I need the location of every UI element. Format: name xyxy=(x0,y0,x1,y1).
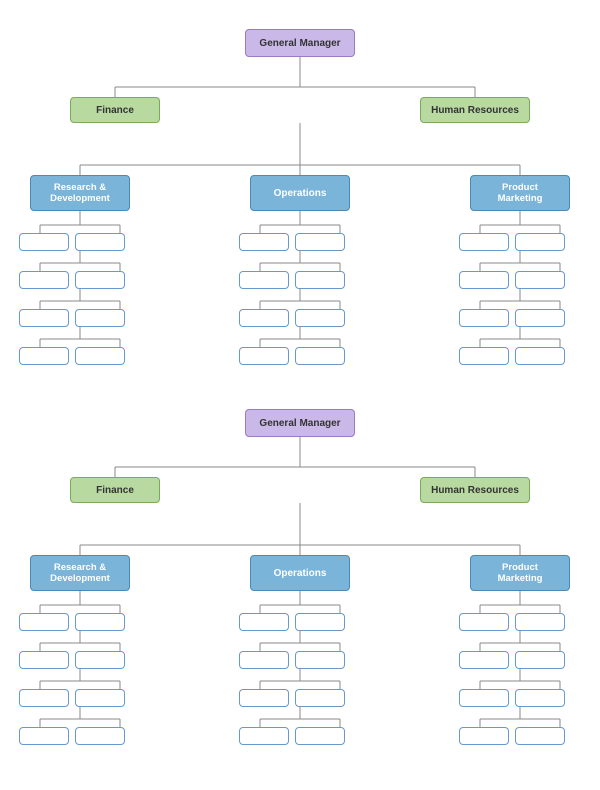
rd-sub-r1c1 xyxy=(19,233,69,251)
pm-sub-r3c2 xyxy=(515,309,565,327)
pm-sub-r1c1 xyxy=(459,233,509,251)
rd-dept-1: Research & Development xyxy=(30,175,130,211)
pm-sub-r3c1 xyxy=(459,309,509,327)
ops-sub-r4c1 xyxy=(239,347,289,365)
hr-box-2: Human Resources xyxy=(420,477,530,503)
pm2-sub-r2c2 xyxy=(515,651,565,669)
org-chart-1: General Manager Finance Human Resources … xyxy=(10,15,590,375)
finance-box-2: Finance xyxy=(70,477,160,503)
pm-sub-r4c2 xyxy=(515,347,565,365)
org-chart-2: General Manager Finance Human Resources … xyxy=(10,395,590,755)
rd2-sub-r3c2 xyxy=(75,689,125,707)
rd2-sub-r1c2 xyxy=(75,613,125,631)
rd-dept-2: Research & Development xyxy=(30,555,130,591)
rd2-sub-r4c1 xyxy=(19,727,69,745)
pm2-sub-r1c2 xyxy=(515,613,565,631)
ops2-sub-r3c2 xyxy=(295,689,345,707)
ops-dept-1: Operations xyxy=(250,175,350,211)
rd2-sub-r3c1 xyxy=(19,689,69,707)
pm2-sub-r4c2 xyxy=(515,727,565,745)
pm2-sub-r4c1 xyxy=(459,727,509,745)
rd-sub-r4c2 xyxy=(75,347,125,365)
rd-sub-r3c1 xyxy=(19,309,69,327)
ops2-sub-r3c1 xyxy=(239,689,289,707)
ops-sub-r4c2 xyxy=(295,347,345,365)
ops2-sub-r2c1 xyxy=(239,651,289,669)
ops2-sub-r4c1 xyxy=(239,727,289,745)
rd2-sub-r4c2 xyxy=(75,727,125,745)
hr-box-1: Human Resources xyxy=(420,97,530,123)
pm-sub-r1c2 xyxy=(515,233,565,251)
pm-sub-r2c2 xyxy=(515,271,565,289)
ops2-sub-r4c2 xyxy=(295,727,345,745)
rd2-sub-r1c1 xyxy=(19,613,69,631)
ops2-sub-r1c1 xyxy=(239,613,289,631)
pm-dept-1: Product Marketing xyxy=(470,175,570,211)
pm-dept-2: Product Marketing xyxy=(470,555,570,591)
pm2-sub-r3c1 xyxy=(459,689,509,707)
pm2-sub-r3c2 xyxy=(515,689,565,707)
gm-box-2: General Manager xyxy=(245,409,355,437)
rd-sub-r1c2 xyxy=(75,233,125,251)
pm-sub-r2c1 xyxy=(459,271,509,289)
ops-sub-r1c1 xyxy=(239,233,289,251)
rd-sub-r2c2 xyxy=(75,271,125,289)
gm-box-1: General Manager xyxy=(245,29,355,57)
rd-sub-r3c2 xyxy=(75,309,125,327)
pm-sub-r4c1 xyxy=(459,347,509,365)
pm2-sub-r2c1 xyxy=(459,651,509,669)
ops-sub-r3c1 xyxy=(239,309,289,327)
pm2-sub-r1c1 xyxy=(459,613,509,631)
finance-box-1: Finance xyxy=(70,97,160,123)
ops-sub-r1c2 xyxy=(295,233,345,251)
rd2-sub-r2c2 xyxy=(75,651,125,669)
ops-sub-r3c2 xyxy=(295,309,345,327)
rd-sub-r2c1 xyxy=(19,271,69,289)
ops2-sub-r1c2 xyxy=(295,613,345,631)
rd-sub-r4c1 xyxy=(19,347,69,365)
ops2-sub-r2c2 xyxy=(295,651,345,669)
ops-sub-r2c1 xyxy=(239,271,289,289)
ops-sub-r2c2 xyxy=(295,271,345,289)
rd2-sub-r2c1 xyxy=(19,651,69,669)
ops-dept-2: Operations xyxy=(250,555,350,591)
